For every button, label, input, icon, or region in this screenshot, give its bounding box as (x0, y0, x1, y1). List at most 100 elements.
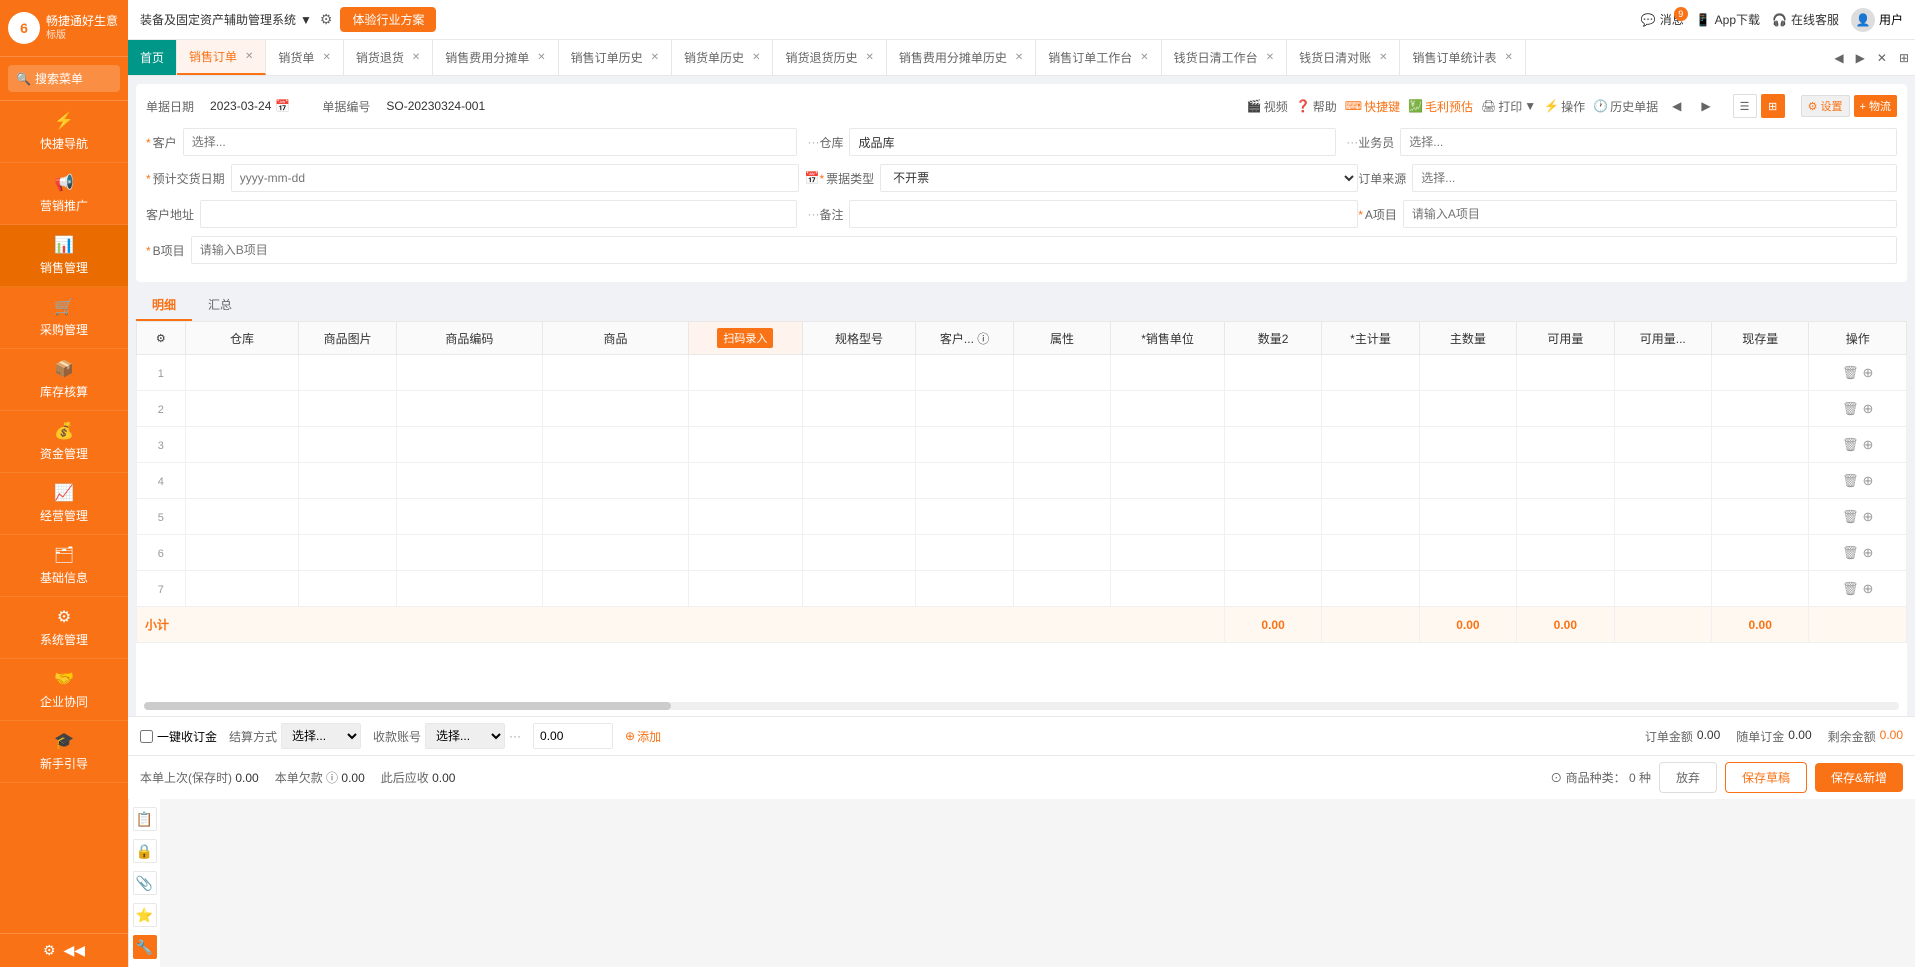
delivery-calendar-icon[interactable]: 📅 (805, 171, 820, 185)
save-new-button[interactable]: 保存&新增 (1815, 763, 1903, 792)
scrollbar-thumb[interactable] (144, 702, 671, 710)
tab-close-fee-history[interactable]: ✕ (1015, 52, 1023, 63)
right-panel-lock[interactable]: 🔒 (133, 839, 157, 863)
sidebar-item-quicknav[interactable]: ⚡ 快捷导航 (0, 101, 128, 163)
delete-icon[interactable]: 🗑 (1842, 509, 1859, 525)
col-unit[interactable]: *销售单位 (1111, 322, 1225, 355)
col-settings[interactable]: ⚙ (137, 322, 186, 355)
tab-workbench[interactable]: 销售订单工作台 ✕ (1036, 40, 1161, 75)
customer-more-button[interactable]: ··· (807, 135, 819, 149)
sidebar-item-guide[interactable]: 🎓 新手引导 (0, 721, 128, 783)
project-a-input[interactable] (1403, 200, 1897, 228)
sidebar-item-sales[interactable]: 📊 销售管理 (0, 225, 128, 287)
warehouse-input[interactable] (849, 128, 1336, 156)
tab-menu-button[interactable]: ⊞ (1893, 47, 1915, 69)
tab-close-invoice-history[interactable]: ✕ (752, 52, 760, 63)
tab-sales-order[interactable]: 销售订单 ✕ (177, 40, 266, 75)
copy-row-icon[interactable]: ⊕ (1863, 365, 1874, 381)
delete-icon[interactable]: 🗑 (1842, 365, 1859, 381)
tab-next-button[interactable]: ▶ (1850, 47, 1871, 69)
profit-button[interactable]: 💹 毛利预估 (1408, 98, 1473, 115)
tab-home[interactable]: 首页 (128, 40, 177, 75)
copy-row-icon[interactable]: ⊕ (1863, 437, 1874, 453)
tab-close-daily-reconcile[interactable]: ✕ (1379, 52, 1387, 63)
tab-sales-order-history[interactable]: 销售订单历史 ✕ (559, 40, 672, 75)
col-customer-code[interactable]: 客户... ⓘ (916, 322, 1013, 355)
sidebar-item-purchase[interactable]: 🛒 采购管理 (0, 287, 128, 349)
tab-sales-invoice[interactable]: 销货单 ✕ (266, 40, 343, 75)
sidebar-item-enterprise[interactable]: 🤝 企业协同 (0, 659, 128, 721)
col-avail[interactable]: 可用量 (1517, 322, 1614, 355)
col-main-qty[interactable]: 主数量 (1419, 322, 1516, 355)
delete-icon[interactable]: 🗑 (1842, 473, 1859, 489)
order-source-input[interactable] (1412, 164, 1897, 192)
delete-icon[interactable]: 🗑 (1842, 581, 1859, 597)
sidebar-item-system[interactable]: ⚙ 系统管理 (0, 597, 128, 659)
tab-close-return-history[interactable]: ✕ (865, 52, 873, 63)
account-select[interactable]: 选择... (425, 723, 505, 749)
sidebar-settings-button[interactable]: ⚙ (43, 942, 56, 959)
project-b-input[interactable] (191, 236, 1897, 264)
delete-icon[interactable]: 🗑 (1842, 545, 1859, 561)
solution-button[interactable]: 体验行业方案 (340, 7, 436, 32)
tab-close-order-history[interactable]: ✕ (651, 52, 659, 63)
form-prev-button[interactable]: ◀ (1666, 95, 1687, 117)
tab-fee-history[interactable]: 销售费用分摊单历史 ✕ (887, 40, 1036, 75)
account-more-button[interactable]: ··· (509, 729, 521, 743)
view-video-button[interactable]: 🎬 视频 (1247, 98, 1288, 115)
copy-row-icon[interactable]: ⊕ (1863, 581, 1874, 597)
col-warehouse[interactable]: 仓库 (185, 322, 299, 355)
sidebar-item-marketing[interactable]: 📢 营销推广 (0, 163, 128, 225)
delivery-input[interactable] (231, 164, 799, 192)
col-attr[interactable]: 属性 (1013, 322, 1110, 355)
tab-close-stats[interactable]: ✕ (1505, 52, 1513, 63)
tab-daily-clear[interactable]: 钱货日清工作台 ✕ (1162, 40, 1287, 75)
app-download-button[interactable]: 📱 App下载 (1696, 11, 1760, 28)
right-panel-clipboard[interactable]: 📋 (133, 807, 157, 831)
sidebar-item-operations[interactable]: 📈 经营管理 (0, 473, 128, 535)
sidebar-item-finance[interactable]: 💰 资金管理 (0, 411, 128, 473)
col-avail2[interactable]: 可用量... (1614, 322, 1711, 355)
address-input[interactable] (200, 200, 797, 228)
invoice-select[interactable]: 不开票 增值税普通发票 增值税专用发票 (880, 164, 1358, 192)
col-product-code[interactable]: 商品编码 (396, 322, 542, 355)
col-product[interactable]: 商品 (542, 322, 688, 355)
system-dropdown-button[interactable]: ▼ (300, 13, 312, 27)
actions-button[interactable]: ⚡ 操作 (1544, 98, 1585, 115)
tab-close-sales-fee[interactable]: ✕ (537, 52, 545, 63)
list-view-button[interactable]: ☰ (1733, 94, 1757, 118)
messages-button[interactable]: 💬 消息 9 (1641, 11, 1684, 28)
delete-icon[interactable]: 🗑 (1842, 437, 1859, 453)
tab-invoice-history[interactable]: 销货单历史 ✕ (672, 40, 773, 75)
tab-close-workbench[interactable]: ✕ (1140, 52, 1148, 63)
settings-btn[interactable]: ⚙ 设置 (1801, 95, 1850, 117)
col-stock[interactable]: 现存量 (1711, 322, 1808, 355)
sidebar-item-basic[interactable]: 🗂 基础信息 (0, 535, 128, 597)
copy-row-icon[interactable]: ⊕ (1863, 545, 1874, 561)
horizontal-scrollbar[interactable] (144, 702, 1899, 710)
tab-close-sales-return[interactable]: ✕ (412, 52, 420, 63)
sidebar-collapse-button[interactable]: ◀◀ (64, 942, 86, 959)
detail-tab-summary[interactable]: 汇总 (192, 290, 248, 321)
tab-return-history[interactable]: 销货退货历史 ✕ (773, 40, 886, 75)
tab-close-sales-order[interactable]: ✕ (245, 51, 253, 62)
tab-sales-return[interactable]: 销货退货 ✕ (344, 40, 433, 75)
tab-sales-fee[interactable]: 销售费用分摊单 ✕ (433, 40, 558, 75)
tab-close-daily-clear[interactable]: ✕ (1266, 52, 1274, 63)
tab-close-all-button[interactable]: ✕ (1871, 47, 1893, 69)
save-draft-button[interactable]: 保存草稿 (1725, 762, 1807, 793)
delete-icon[interactable]: 🗑 (1842, 401, 1859, 417)
shortcut-button[interactable]: ⌨ 快捷键 (1345, 98, 1400, 115)
grid-view-button[interactable]: ⊞ (1761, 94, 1785, 118)
tab-stats[interactable]: 销售订单统计表 ✕ (1400, 40, 1525, 75)
add-payment-button[interactable]: ⊕ 添加 (625, 728, 661, 745)
amount-input[interactable] (533, 723, 613, 749)
col-spec[interactable]: 规格型号 (802, 322, 916, 355)
history-button[interactable]: 🕐 历史单据 (1593, 98, 1658, 115)
tab-daily-reconcile[interactable]: 钱货日清对账 ✕ (1287, 40, 1400, 75)
copy-row-icon[interactable]: ⊕ (1863, 509, 1874, 525)
col-scan[interactable]: 扫码录入 (689, 322, 803, 355)
warehouse-more-button[interactable]: ··· (1346, 135, 1358, 149)
tab-prev-button[interactable]: ◀ (1828, 47, 1849, 69)
print-button[interactable]: 🖨 打印 ▼ (1481, 98, 1536, 115)
